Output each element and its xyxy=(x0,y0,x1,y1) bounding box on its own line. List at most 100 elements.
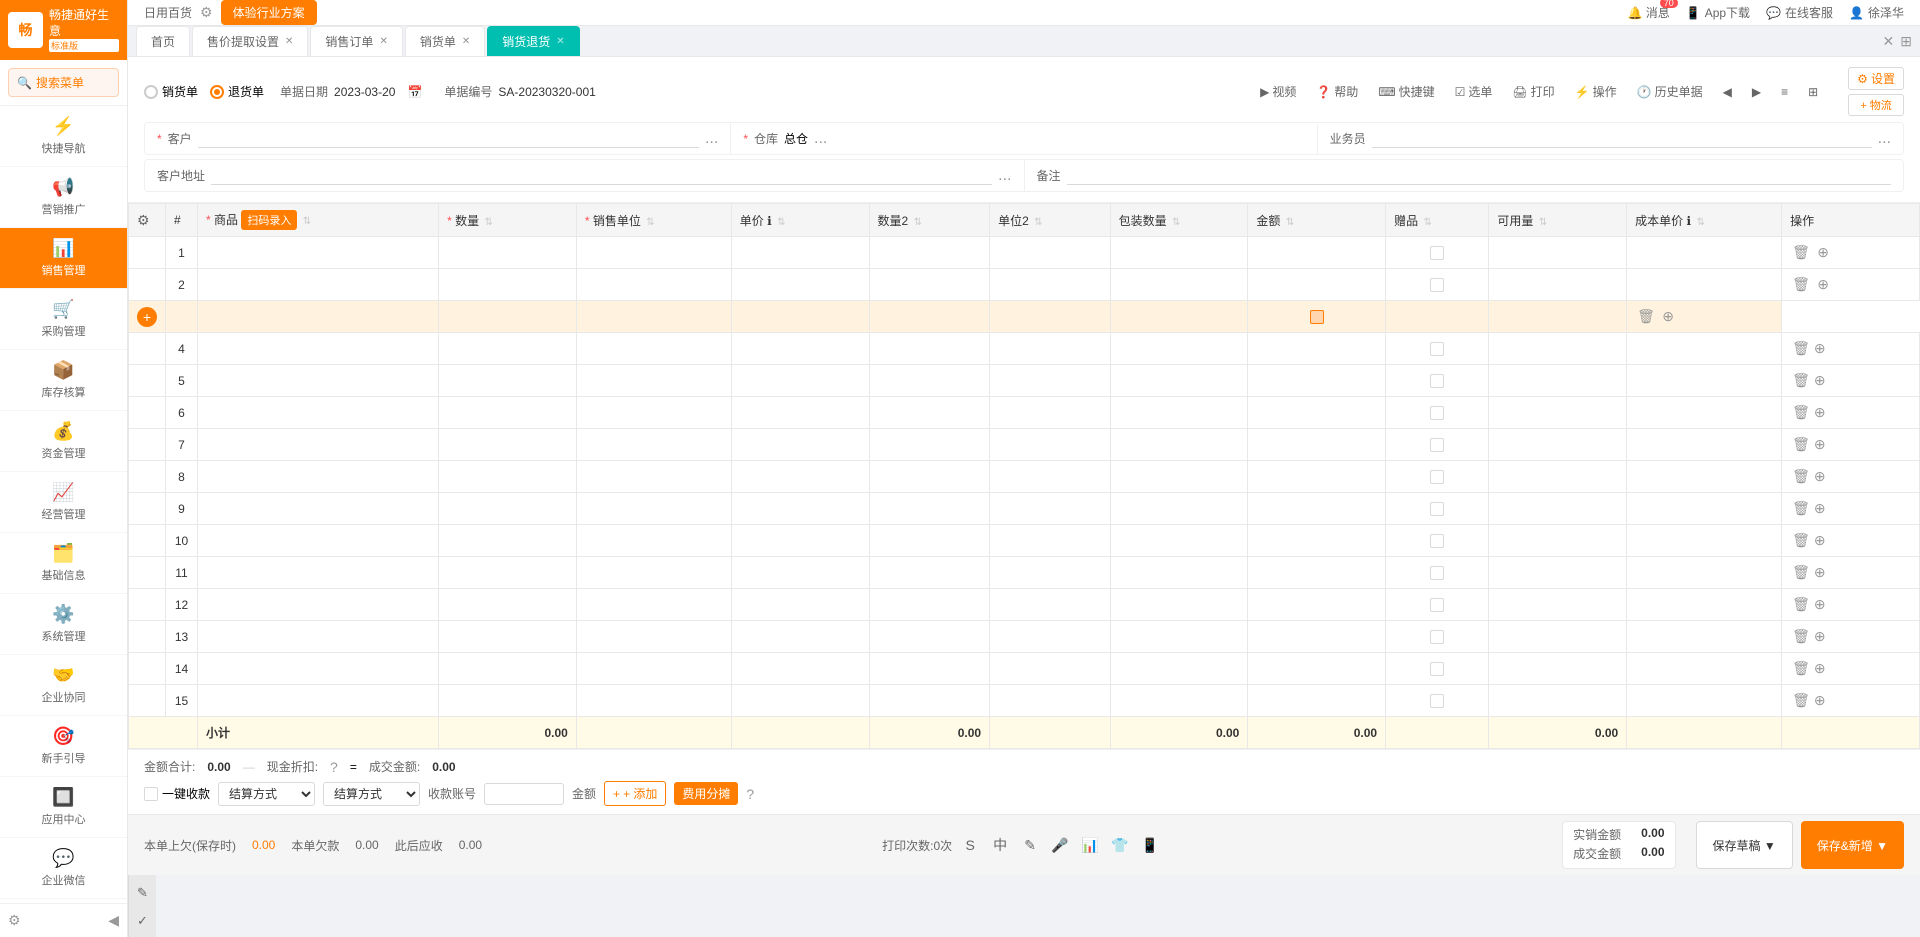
shortcut-btn[interactable]: ⌨ 快捷键 xyxy=(1372,80,1440,103)
gift-checkbox[interactable] xyxy=(1430,662,1444,676)
sidebar-item-enterprise[interactable]: 🤝 企业协同 xyxy=(0,655,127,716)
sidebar-settings-button[interactable]: ⚙ xyxy=(8,912,21,929)
save-new-button[interactable]: 保存&新增 ▼ xyxy=(1801,821,1904,869)
unit-price-cell[interactable] xyxy=(731,269,869,301)
delete-row-button[interactable]: 🗑 xyxy=(1790,466,1812,487)
sidebar-item-base[interactable]: 🗂️ 基础信息 xyxy=(0,533,127,594)
copy-row-button[interactable]: ⊕ xyxy=(1812,370,1828,391)
scan-input-button[interactable]: 扫码录入 xyxy=(241,210,297,230)
select-btn[interactable]: ☑ 选单 xyxy=(1449,80,1499,103)
copy-row-button[interactable]: ⊕ xyxy=(1812,530,1828,551)
delete-row-button[interactable]: 🗑 xyxy=(1635,306,1657,327)
sidebar-item-quick-nav[interactable]: ⚡ 快捷导航 xyxy=(0,106,127,167)
unit-price-sort-icon[interactable]: ⇅ xyxy=(777,217,785,228)
split-help-button[interactable]: ? xyxy=(746,786,754,802)
settings-btn[interactable]: ⚙ 设置 xyxy=(1848,67,1904,90)
sidebar-item-newbie[interactable]: 🎯 新手引导 xyxy=(0,716,127,777)
gift-checkbox[interactable] xyxy=(1430,502,1444,516)
table-settings-icon[interactable]: ⚙ xyxy=(137,212,150,228)
bottom-tool-7[interactable]: 📱 xyxy=(1138,833,1162,857)
address-dots[interactable]: ... xyxy=(998,167,1011,185)
history-btn[interactable]: 🕐 历史单据 xyxy=(1631,80,1709,103)
delete-row-button[interactable]: 🗑 xyxy=(1790,434,1812,455)
delete-row-button[interactable]: 🗑 xyxy=(1790,498,1812,519)
cost-price-cell[interactable] xyxy=(1489,301,1627,333)
row-input[interactable] xyxy=(174,310,189,324)
delete-row-button[interactable]: 🗑 xyxy=(1790,370,1812,391)
cash-discount-help-button[interactable]: ? xyxy=(330,759,338,775)
staff-input[interactable] xyxy=(1372,129,1872,148)
delete-row-button[interactable]: 🗑 xyxy=(1790,594,1812,615)
cost-sort-icon[interactable]: ⇅ xyxy=(1696,217,1704,228)
gift-checkbox[interactable] xyxy=(1430,342,1444,356)
unit2-cell[interactable] xyxy=(990,269,1111,301)
qty-sort-icon[interactable]: ⇅ xyxy=(484,217,492,228)
delete-row-button[interactable]: 🗑 xyxy=(1790,274,1812,295)
view-grid-btn[interactable]: ⊞ xyxy=(1802,82,1824,102)
sales-unit-cell[interactable] xyxy=(576,237,731,269)
copy-row-button[interactable]: ⊕ xyxy=(1812,690,1828,711)
qty-cell[interactable] xyxy=(439,269,577,301)
copy-row-button[interactable]: ⊕ xyxy=(1812,594,1828,615)
mini-edit-icon[interactable]: ✎ xyxy=(133,883,153,903)
amount-cell[interactable] xyxy=(1248,269,1386,301)
app-download-button[interactable]: 📱 App下载 xyxy=(1686,4,1750,21)
amount-cell[interactable] xyxy=(1110,301,1248,333)
close-all-tabs-button[interactable]: ✕ xyxy=(1883,33,1895,50)
video-btn[interactable]: ▶ 视频 xyxy=(1254,80,1302,103)
tab-sales-order-close[interactable]: ✕ xyxy=(379,36,387,47)
sidebar-item-operations[interactable]: 📈 经营管理 xyxy=(0,472,127,533)
tab-price-settings[interactable]: 售价提取设置 ✕ xyxy=(192,26,308,56)
qty-cell[interactable] xyxy=(439,237,577,269)
delete-row-button[interactable]: 🗑 xyxy=(1790,402,1812,423)
cost-price-cell[interactable] xyxy=(1627,269,1782,301)
delete-row-button[interactable]: 🗑 xyxy=(1790,530,1812,551)
customer-dots[interactable]: ... xyxy=(705,130,718,148)
sales-unit-cell[interactable] xyxy=(439,301,577,333)
gift-checkbox[interactable] xyxy=(1430,278,1444,292)
cost-price-cell[interactable] xyxy=(1627,237,1782,269)
delete-row-button[interactable]: 🗑 xyxy=(1790,690,1812,711)
operate-btn[interactable]: ⚡ 操作 xyxy=(1569,80,1623,103)
notification-button[interactable]: 🔔 消息 70 xyxy=(1627,4,1669,21)
available-cell[interactable] xyxy=(1386,301,1489,333)
save-draft-button[interactable]: 保存草稿 ▼ xyxy=(1696,821,1793,869)
delete-row-button[interactable]: 🗑 xyxy=(1790,242,1812,263)
bottom-tool-4[interactable]: 🎤 xyxy=(1048,833,1072,857)
gift-checkbox[interactable] xyxy=(1430,694,1444,708)
available-cell[interactable] xyxy=(1489,237,1627,269)
copy-row-button[interactable]: ⊕ xyxy=(1812,562,1828,583)
qty2-cell[interactable] xyxy=(731,301,869,333)
gift-checkbox[interactable] xyxy=(1430,246,1444,260)
calculate-method-select[interactable]: 结算方式 xyxy=(323,782,420,806)
bottom-tool-5[interactable]: 📊 xyxy=(1078,833,1102,857)
copy-row-button[interactable]: ⊕ xyxy=(1812,626,1828,647)
online-service-button[interactable]: 💬 在线客服 xyxy=(1766,4,1833,21)
tab-price-settings-close[interactable]: ✕ xyxy=(285,36,293,47)
warehouse-dots[interactable]: ... xyxy=(814,130,827,148)
sidebar-item-purchase[interactable]: 🛒 采购管理 xyxy=(0,289,127,350)
unit2-sort-icon[interactable]: ⇅ xyxy=(1034,217,1042,228)
tab-home[interactable]: 首页 xyxy=(136,26,190,56)
sidebar-collapse-button[interactable]: ◀ xyxy=(108,912,119,929)
available-sort-icon[interactable]: ⇅ xyxy=(1539,217,1547,228)
pack-qty-sort-icon[interactable]: ⇅ xyxy=(1172,217,1180,228)
qty2-cell[interactable] xyxy=(869,237,990,269)
gift-checkbox[interactable] xyxy=(1310,310,1324,324)
sales-unit-sort-icon[interactable]: ⇅ xyxy=(646,217,654,228)
pack-qty-cell[interactable] xyxy=(990,301,1111,333)
sales-unit-cell[interactable] xyxy=(576,269,731,301)
gift-checkbox[interactable] xyxy=(1430,374,1444,388)
remarks-input[interactable] xyxy=(1067,166,1891,185)
amount-cell[interactable] xyxy=(1248,237,1386,269)
copy-row-button[interactable]: ⊕ xyxy=(1812,658,1828,679)
gift-checkbox[interactable] xyxy=(1430,630,1444,644)
delete-row-button[interactable]: 🗑 xyxy=(1790,338,1812,359)
sidebar-item-finance[interactable]: 💰 资金管理 xyxy=(0,411,127,472)
gift-checkbox[interactable] xyxy=(1430,534,1444,548)
unit-price-cell[interactable] xyxy=(731,237,869,269)
copy-row-button[interactable]: ⊕ xyxy=(1812,402,1828,423)
gift-checkbox[interactable] xyxy=(1430,406,1444,420)
pack-qty-cell[interactable] xyxy=(1110,237,1248,269)
add-payment-button[interactable]: + + 添加 xyxy=(604,781,666,806)
